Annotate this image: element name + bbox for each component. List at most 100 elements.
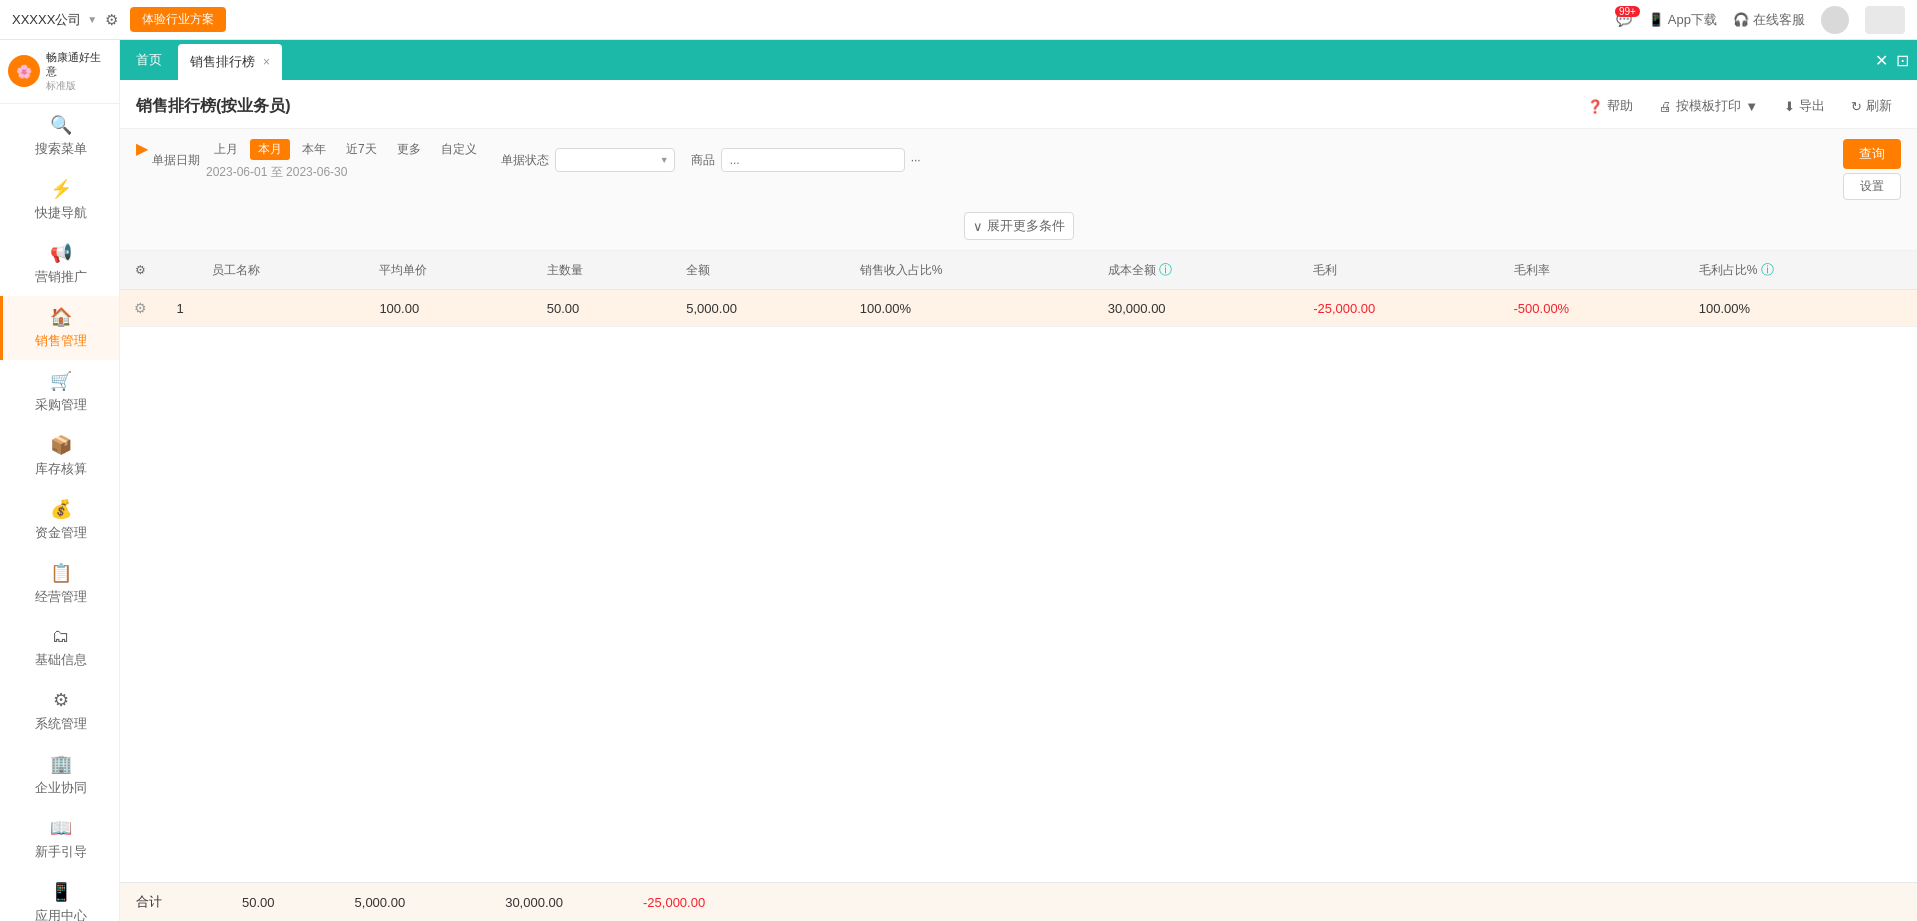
marketing-icon: 📢: [50, 242, 72, 264]
col-settings[interactable]: ⚙: [120, 251, 160, 290]
goods-label: 商品: [691, 152, 715, 169]
sidebar-item-sales[interactable]: 🏠 销售管理: [0, 296, 119, 360]
tab-bar-right: ✕ ⊡: [1867, 40, 1917, 80]
logo-icon: 🌸: [8, 55, 40, 87]
trial-button[interactable]: 体验行业方案: [130, 7, 226, 32]
goods-filter: 商品 ···: [691, 148, 921, 172]
col-avg-price: 平均单价: [367, 251, 534, 290]
enterprise-icon: 🏢: [50, 753, 72, 775]
window-maximize-icon[interactable]: ⊡: [1896, 51, 1909, 70]
tab-sales-rank[interactable]: 销售排行榜 ×: [178, 44, 282, 80]
sales-icon: 🏠: [50, 306, 72, 328]
sidebar-label-system: 系统管理: [35, 715, 87, 733]
date-tab-prev-month[interactable]: 上月: [206, 139, 246, 160]
status-select[interactable]: [555, 148, 675, 172]
sidebar-item-shortcut[interactable]: ⚡ 快捷导航: [0, 168, 119, 232]
col-amount: 全额: [674, 251, 847, 290]
filter-area: ▶ 单据日期 上月 本月 本年: [120, 129, 1917, 251]
filter-collapse-icon[interactable]: ▶: [136, 139, 148, 158]
refresh-icon: ↻: [1851, 99, 1862, 114]
date-tab-7days[interactable]: 近7天: [338, 139, 385, 160]
settings-icon[interactable]: ⚙: [105, 11, 118, 29]
window-close-icon[interactable]: ✕: [1875, 51, 1888, 70]
sidebar-item-purchase[interactable]: 🛒 采购管理: [0, 360, 119, 424]
system-icon: ⚙: [53, 689, 69, 711]
footer-label: 合计: [136, 893, 162, 911]
tab-close-icon[interactable]: ×: [263, 55, 270, 69]
sidebar-item-apps[interactable]: 📱 应用中心: [0, 871, 119, 921]
status-label: 单据状态: [501, 152, 549, 169]
row-rank: 1: [160, 290, 200, 327]
sidebar-label-shortcut: 快捷导航: [35, 204, 87, 222]
query-button[interactable]: 查询: [1843, 139, 1901, 169]
expand-button[interactable]: ∨ 展开更多条件: [964, 212, 1074, 240]
sidebar-label-search: 搜索菜单: [35, 140, 87, 158]
avatar[interactable]: [1821, 6, 1849, 34]
print-button[interactable]: 🖨 按模板打印 ▼: [1650, 92, 1767, 120]
top-header: XXXXX公司 ▼ ⚙ 体验行业方案 💬 99+ 📱 App下载 🎧 在线客服: [0, 0, 1917, 40]
row-profit: -25,000.00: [1301, 290, 1501, 327]
page-actions: ❓ 帮助 🖨 按模板打印 ▼ ⬇ 导出 ↻ 刷新: [1578, 92, 1901, 120]
export-button[interactable]: ⬇ 导出: [1775, 92, 1834, 120]
sidebar-label-sales: 销售管理: [35, 332, 87, 350]
filter-top: 单据日期 上月 本月 本年 近7天 更多 自定义: [152, 139, 1843, 181]
col-profit-pct: 毛利占比% ⓘ: [1687, 251, 1917, 290]
footer-profit: -25,000.00: [643, 895, 705, 910]
sidebar-label-marketing: 营销推广: [35, 268, 87, 286]
refresh-button[interactable]: ↻ 刷新: [1842, 92, 1901, 120]
row-settings-icon[interactable]: ⚙: [120, 290, 160, 327]
row-name: [200, 290, 367, 327]
sidebar-item-inventory[interactable]: 📦 库存核算: [0, 424, 119, 488]
avatar-extra[interactable]: [1865, 6, 1905, 34]
status-select-wrapper: [555, 148, 675, 172]
col-qty: 主数量: [535, 251, 675, 290]
settings-button[interactable]: 设置: [1843, 173, 1901, 200]
app-download-link[interactable]: 📱 App下载: [1648, 11, 1717, 29]
inventory-icon: 📦: [50, 434, 72, 456]
sidebar-label-guide: 新手引导: [35, 843, 87, 861]
goods-input[interactable]: [721, 148, 905, 172]
tab-bar: 首页 销售排行榜 × ✕ ⊡: [120, 40, 1917, 80]
sidebar-item-basic[interactable]: 🗂 基础信息: [0, 616, 119, 679]
date-tab-more[interactable]: 更多: [389, 139, 429, 160]
date-tab-year[interactable]: 本年: [294, 139, 334, 160]
sidebar-label-purchase: 采购管理: [35, 396, 87, 414]
online-service-link[interactable]: 🎧 在线客服: [1733, 11, 1805, 29]
sidebar-label-operation: 经营管理: [35, 588, 87, 606]
row-cost: 30,000.00: [1096, 290, 1301, 327]
main-layout: 🌸 畅康通好生意 标准版 🔍 搜索菜单 ⚡ 快捷导航 📢 营销推广 🏠 销售管理…: [0, 40, 1917, 921]
sidebar-item-system[interactable]: ⚙ 系统管理: [0, 679, 119, 743]
footer-cost: 30,000.00: [505, 895, 563, 910]
footer-amount: 5,000.00: [355, 895, 406, 910]
sidebar-item-enterprise[interactable]: 🏢 企业协同: [0, 743, 119, 807]
date-tabs: 上月 本月 本年 近7天 更多 自定义: [206, 139, 485, 160]
col-profit: 毛利: [1301, 251, 1501, 290]
message-button[interactable]: 💬 99+: [1616, 12, 1632, 27]
shortcut-icon: ⚡: [50, 178, 72, 200]
help-icon: ❓: [1587, 99, 1603, 114]
filter-expand-row: ∨ 展开更多条件: [136, 204, 1901, 240]
goods-more-icon[interactable]: ···: [911, 153, 921, 167]
chevron-down-icon: ▼: [87, 14, 97, 25]
basic-icon: 🗂: [52, 626, 70, 647]
help-button[interactable]: ❓ 帮助: [1578, 92, 1642, 120]
page-header: 销售排行榜(按业务员) ❓ 帮助 🖨 按模板打印 ▼ ⬇ 导出: [120, 80, 1917, 129]
app-icon: 📱: [1648, 12, 1664, 27]
sidebar-item-marketing[interactable]: 📢 营销推广: [0, 232, 119, 296]
sidebar-item-guide[interactable]: 📖 新手引导: [0, 807, 119, 871]
filter-main-row: ▶ 单据日期 上月 本月 本年: [136, 139, 1901, 200]
sidebar-item-search[interactable]: 🔍 搜索菜单: [0, 104, 119, 168]
row-profit-rate: -500.00%: [1502, 290, 1687, 327]
operation-icon: 📋: [50, 562, 72, 584]
print-icon: 🖨: [1659, 99, 1672, 114]
company-selector[interactable]: XXXXX公司 ▼: [12, 11, 97, 29]
tab-home[interactable]: 首页: [120, 40, 178, 80]
sidebar-item-operation[interactable]: 📋 经营管理: [0, 552, 119, 616]
date-tab-custom[interactable]: 自定义: [433, 139, 485, 160]
date-tab-current-month[interactable]: 本月: [250, 139, 290, 160]
company-name: XXXXX公司: [12, 11, 81, 29]
profit-info-icon: ⓘ: [1761, 262, 1774, 277]
data-table: ⚙ 员工名称 平均单价 主数量 全额 销售收入占比% 成本全额 ⓘ 毛利 毛利率…: [120, 251, 1917, 327]
header-right: 💬 99+ 📱 App下载 🎧 在线客服: [1616, 6, 1905, 34]
sidebar-item-finance[interactable]: 💰 资金管理: [0, 488, 119, 552]
